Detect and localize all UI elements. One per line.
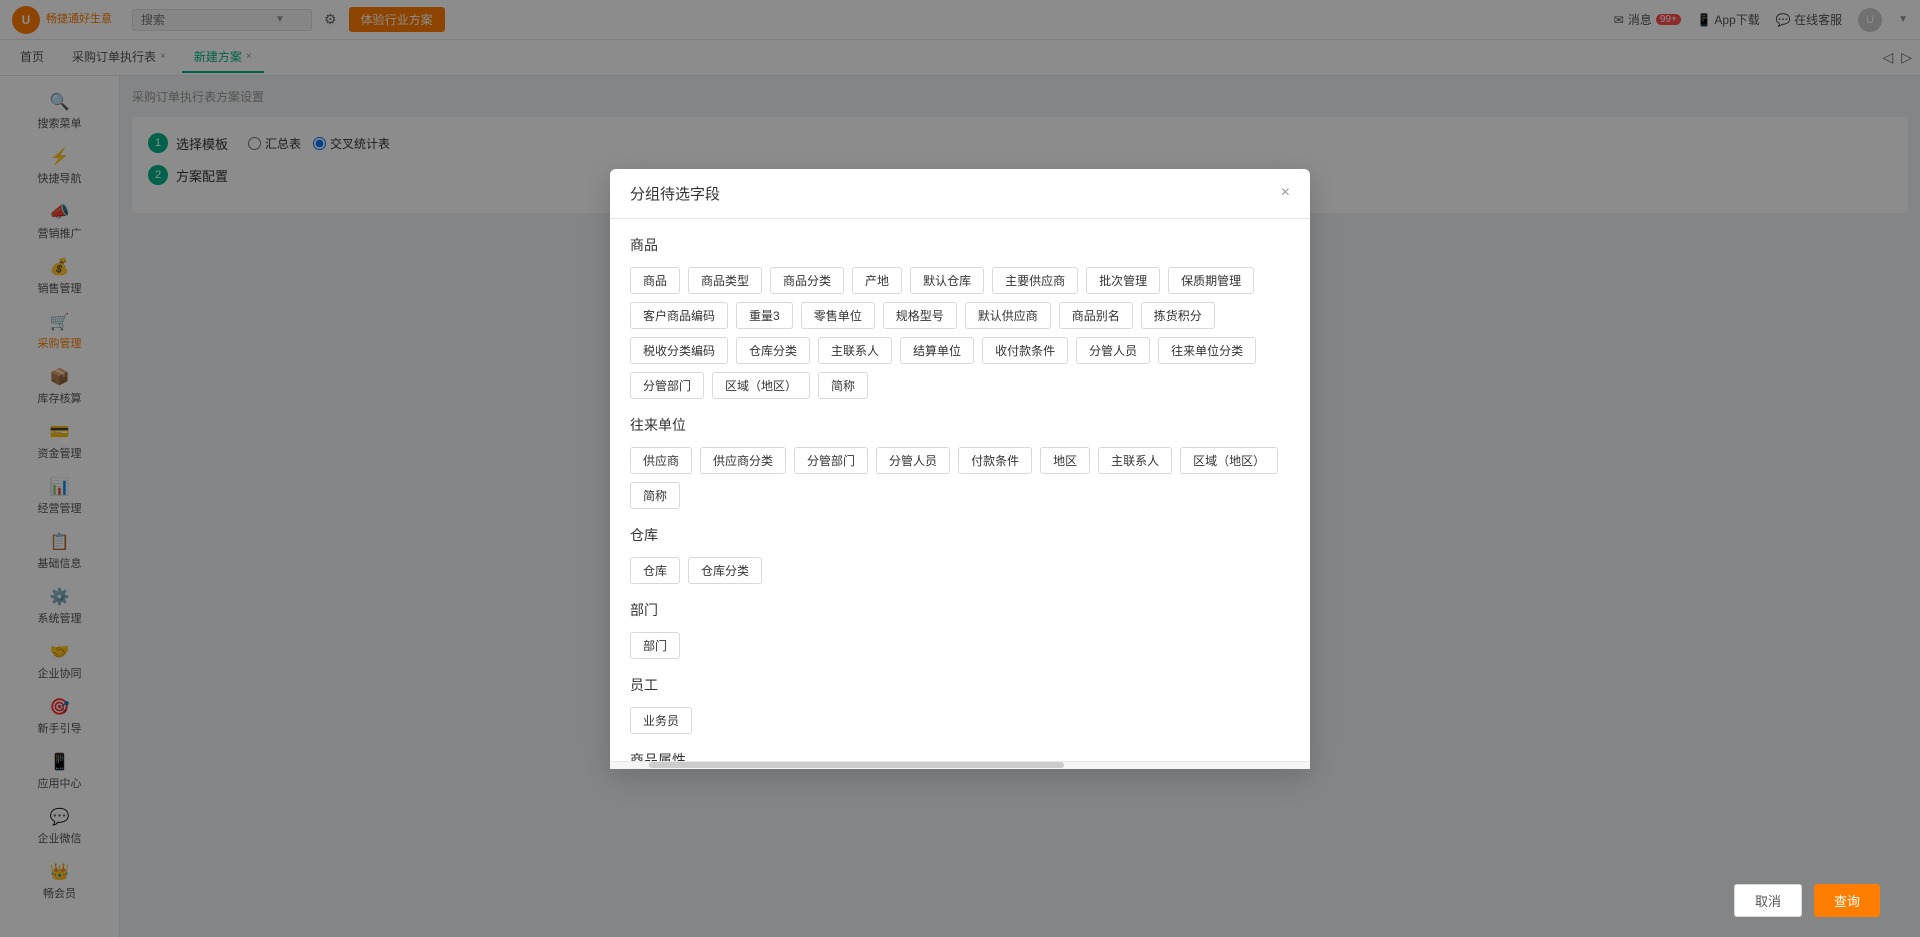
tag-goods-14[interactable]: 拣货积分 (1141, 302, 1215, 329)
goods-tag-grid: 商品 商品类型 商品分类 产地 默认仓库 主要供应商 批次管理 保质期管理 客户… (630, 267, 1290, 399)
section-title-warehouse: 仓库 (630, 525, 1290, 545)
modal-close-button[interactable]: × (1281, 184, 1290, 202)
tag-partner-6[interactable]: 主联系人 (1098, 447, 1172, 474)
tag-goods-5[interactable]: 主要供应商 (992, 267, 1078, 294)
tag-goods-20[interactable]: 分管人员 (1076, 337, 1150, 364)
modal-footer: 取消 查询 (1734, 884, 1880, 917)
section-title-staff: 员工 (630, 675, 1290, 695)
tag-goods-6[interactable]: 批次管理 (1086, 267, 1160, 294)
tag-goods-9[interactable]: 重量3 (736, 302, 793, 329)
section-title-partner: 往来单位 (630, 415, 1290, 435)
tag-partner-7[interactable]: 区域（地区） (1180, 447, 1278, 474)
tag-goods-1[interactable]: 商品类型 (688, 267, 762, 294)
field-select-modal: 分组待选字段 × 商品 商品 商品类型 商品分类 产地 默认仓库 主要供应商 批… (610, 169, 1310, 769)
tag-goods-10[interactable]: 零售单位 (801, 302, 875, 329)
tag-goods-0[interactable]: 商品 (630, 267, 680, 294)
modal-body[interactable]: 商品 商品 商品类型 商品分类 产地 默认仓库 主要供应商 批次管理 保质期管理… (610, 219, 1310, 762)
confirm-button[interactable]: 查询 (1814, 884, 1880, 917)
tag-goods-21[interactable]: 往来单位分类 (1158, 337, 1256, 364)
tag-goods-7[interactable]: 保质期管理 (1168, 267, 1254, 294)
modal-horizontal-scrollbar[interactable] (610, 761, 1310, 768)
tag-dept-0[interactable]: 部门 (630, 632, 680, 659)
tag-goods-15[interactable]: 税收分类编码 (630, 337, 728, 364)
tag-partner-5[interactable]: 地区 (1040, 447, 1090, 474)
tag-partner-8[interactable]: 简称 (630, 482, 680, 509)
tag-goods-17[interactable]: 主联系人 (818, 337, 892, 364)
partner-tag-grid: 供应商 供应商分类 分管部门 分管人员 付款条件 地区 主联系人 区域（地区） … (630, 447, 1290, 509)
tag-goods-18[interactable]: 结算单位 (900, 337, 974, 364)
warehouse-tag-grid: 仓库 仓库分类 (630, 557, 1290, 584)
modal-hscroll-thumb (649, 762, 1064, 768)
tag-goods-2[interactable]: 商品分类 (770, 267, 844, 294)
tag-partner-2[interactable]: 分管部门 (794, 447, 868, 474)
cancel-button[interactable]: 取消 (1734, 884, 1802, 917)
tag-goods-4[interactable]: 默认仓库 (910, 267, 984, 294)
modal-title: 分组待选字段 (630, 183, 720, 204)
tag-goods-8[interactable]: 客户商品编码 (630, 302, 728, 329)
section-title-dept: 部门 (630, 600, 1290, 620)
tag-partner-0[interactable]: 供应商 (630, 447, 692, 474)
tag-goods-22[interactable]: 分管部门 (630, 372, 704, 399)
tag-staff-0[interactable]: 业务员 (630, 707, 692, 734)
tag-goods-11[interactable]: 规格型号 (883, 302, 957, 329)
tag-goods-16[interactable]: 仓库分类 (736, 337, 810, 364)
tag-partner-1[interactable]: 供应商分类 (700, 447, 786, 474)
tag-goods-19[interactable]: 收付款条件 (982, 337, 1068, 364)
tag-goods-13[interactable]: 商品别名 (1059, 302, 1133, 329)
tag-partner-3[interactable]: 分管人员 (876, 447, 950, 474)
section-title-goods: 商品 (630, 235, 1290, 255)
modal-header: 分组待选字段 × (610, 169, 1310, 219)
tag-warehouse-1[interactable]: 仓库分类 (688, 557, 762, 584)
tag-warehouse-0[interactable]: 仓库 (630, 557, 680, 584)
modal-overlay: 分组待选字段 × 商品 商品 商品类型 商品分类 产地 默认仓库 主要供应商 批… (0, 0, 1920, 937)
tag-goods-3[interactable]: 产地 (852, 267, 902, 294)
tag-goods-12[interactable]: 默认供应商 (965, 302, 1051, 329)
tag-partner-4[interactable]: 付款条件 (958, 447, 1032, 474)
tag-goods-24[interactable]: 简称 (818, 372, 868, 399)
staff-tag-grid: 业务员 (630, 707, 1290, 734)
dept-tag-grid: 部门 (630, 632, 1290, 659)
section-title-goodsattr: 商品属性 (630, 750, 1290, 762)
tag-goods-23[interactable]: 区域（地区） (712, 372, 810, 399)
